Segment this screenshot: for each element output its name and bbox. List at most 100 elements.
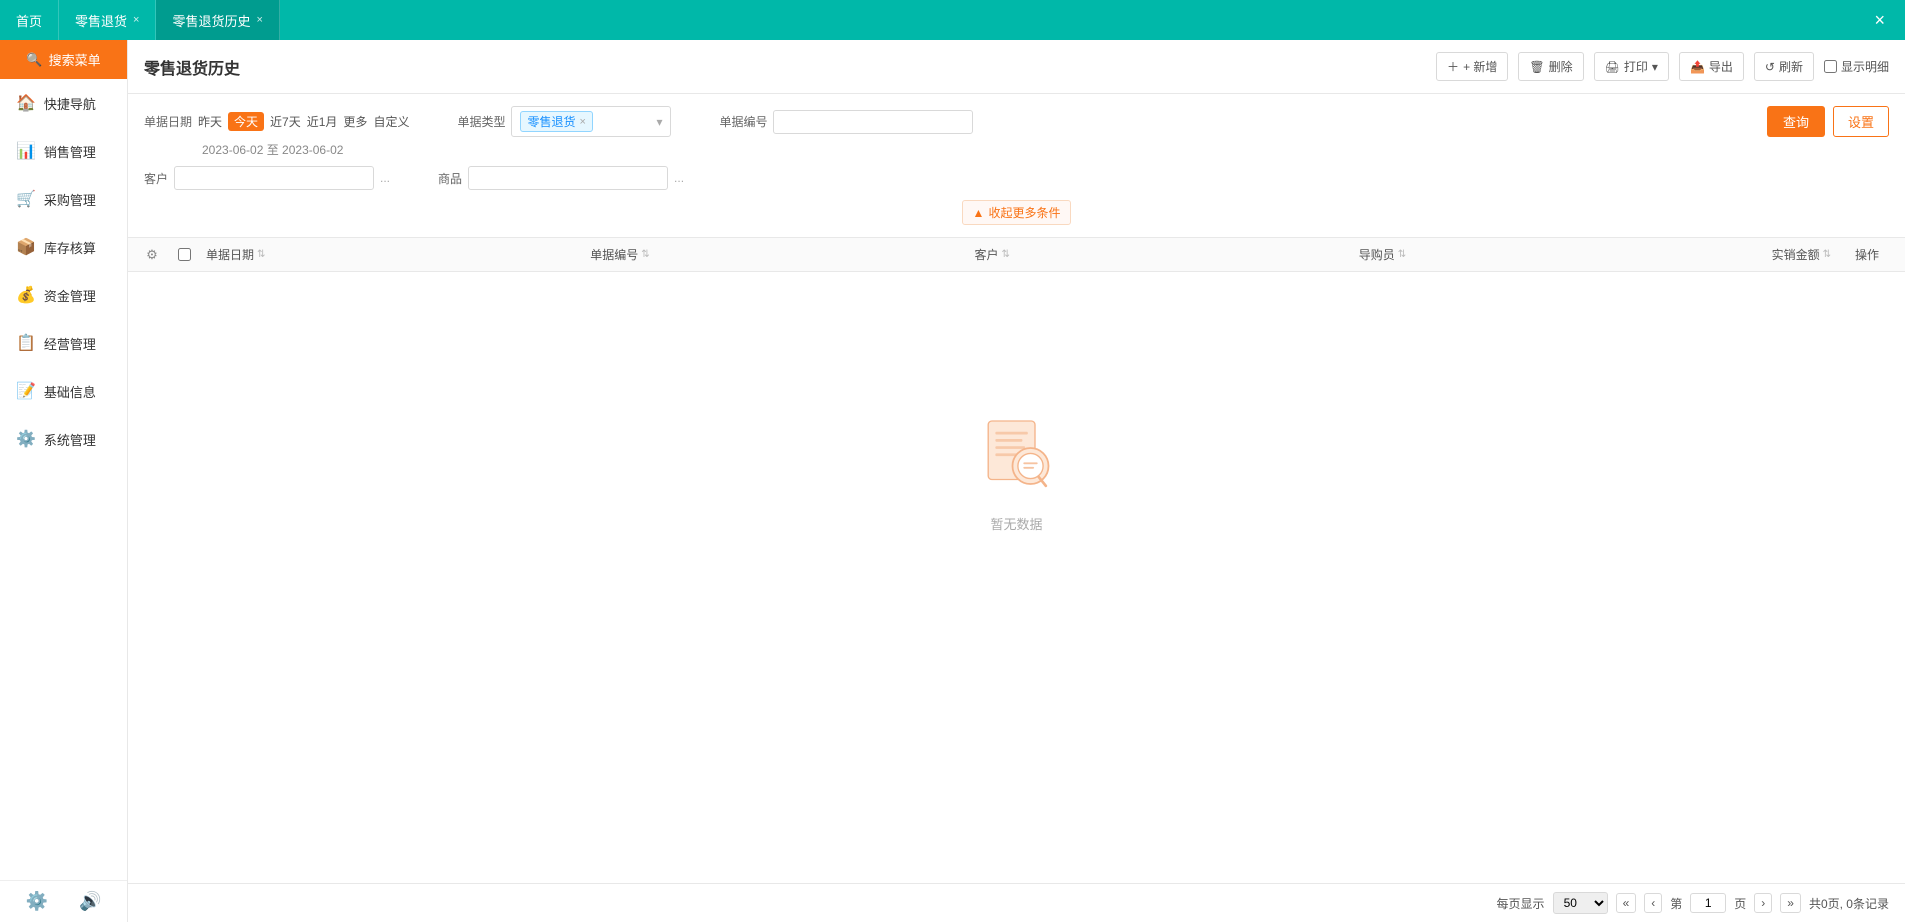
th-ops: 操作 bbox=[1837, 238, 1897, 271]
table-select-all-checkbox[interactable] bbox=[168, 248, 200, 261]
page-input[interactable] bbox=[1690, 893, 1726, 913]
tab-retail-return-history-close[interactable]: × bbox=[256, 14, 262, 26]
filter-area: 单据日期 昨天 今天 近7天 近1月 更多 自定义 单据类型 bbox=[128, 94, 1905, 238]
sidebar-item-sales-label: 销售管理 bbox=[44, 142, 96, 161]
doc-type-tag-text: 零售退货 bbox=[527, 113, 575, 130]
collapse-row: ▲ 收起更多条件 bbox=[144, 200, 1889, 225]
new-label: + 新增 bbox=[1463, 58, 1497, 75]
basic-info-icon: 📝 bbox=[16, 381, 36, 401]
print-button[interactable]: 🖨 打印 ▾ bbox=[1594, 52, 1669, 81]
page-unit: 页 bbox=[1734, 895, 1746, 912]
setting-button[interactable]: 设置 bbox=[1833, 106, 1889, 137]
empty-text: 暂无数据 bbox=[990, 514, 1042, 533]
filter-doc-number: 单据编号 bbox=[719, 110, 973, 134]
print-icon: 🖨 bbox=[1605, 60, 1620, 74]
th-guide-label: 导购员 bbox=[1359, 246, 1395, 263]
prev-page-button[interactable]: ‹ bbox=[1644, 893, 1662, 913]
doc-type-tag-close[interactable]: × bbox=[579, 116, 585, 128]
table-area: ⚙ 单据日期 ⇅ 单据编号 ⇅ 客户 ⇅ 导购员 ⇅ bbox=[128, 238, 1905, 883]
sidebar-item-finance-label: 资金管理 bbox=[44, 286, 96, 305]
print-dropdown-icon: ▾ bbox=[1652, 60, 1658, 74]
select-all-input[interactable] bbox=[178, 248, 191, 261]
empty-illustration bbox=[972, 412, 1062, 502]
sidebar-item-sales[interactable]: 📊 销售管理 bbox=[0, 127, 127, 175]
customer-filter-label: 客户 bbox=[144, 170, 168, 187]
export-label: 导出 bbox=[1709, 58, 1733, 75]
customer-input[interactable] bbox=[174, 166, 374, 190]
delete-icon: 🗑 bbox=[1529, 60, 1544, 74]
doc-type-filter-label: 单据类型 bbox=[457, 113, 505, 130]
sort-amount-icon: ⇅ bbox=[1823, 249, 1831, 260]
date-opt-yesterday[interactable]: 昨天 bbox=[198, 113, 222, 130]
filter-row-1: 单据日期 昨天 今天 近7天 近1月 更多 自定义 单据类型 bbox=[144, 106, 1889, 137]
date-opt-custom[interactable]: 自定义 bbox=[373, 113, 409, 130]
table-settings-icon[interactable]: ⚙ bbox=[136, 247, 168, 263]
show-detail-checkbox[interactable] bbox=[1824, 60, 1837, 73]
sidebar-item-finance[interactable]: 💰 资金管理 bbox=[0, 271, 127, 319]
th-customer[interactable]: 客户 ⇅ bbox=[969, 238, 1353, 271]
sidebar-item-inventory[interactable]: 📦 库存核算 bbox=[0, 223, 127, 271]
per-page-select[interactable]: 50 10 20 100 bbox=[1553, 892, 1608, 914]
th-doc-number-label: 单据编号 bbox=[590, 246, 638, 263]
tab-home[interactable]: 首页 bbox=[0, 0, 59, 40]
delete-button[interactable]: 🗑 删除 bbox=[1518, 52, 1583, 81]
new-button[interactable]: ＋ + 新增 bbox=[1436, 52, 1508, 81]
tab-retail-return-history-label: 零售退货历史 bbox=[172, 11, 250, 30]
th-ops-label: 操作 bbox=[1855, 246, 1879, 263]
filter-row-2: 客户 ... 商品 ... bbox=[144, 166, 1889, 190]
sidebar-bottom: ⚙️ 🔊 bbox=[0, 880, 127, 922]
doc-number-input[interactable] bbox=[773, 110, 973, 134]
export-button[interactable]: 📤 导出 bbox=[1679, 52, 1744, 81]
settings-bottom-icon[interactable]: ⚙️ bbox=[26, 891, 48, 912]
refresh-button[interactable]: ↺ 刷新 bbox=[1754, 52, 1814, 81]
goods-input[interactable] bbox=[468, 166, 668, 190]
sidebar-item-operations-label: 经营管理 bbox=[44, 334, 96, 353]
th-doc-number[interactable]: 单据编号 ⇅ bbox=[584, 238, 968, 271]
date-range-row: 2023-06-02 至 2023-06-02 bbox=[202, 141, 1889, 158]
pagination-summary: 共0页, 0条记录 bbox=[1809, 895, 1889, 912]
sidebar-item-purchase[interactable]: 🛒 采购管理 bbox=[0, 175, 127, 223]
sidebar-item-quick-nav-label: 快捷导航 bbox=[44, 94, 96, 113]
page-title: 零售退货历史 bbox=[144, 55, 240, 79]
next-page-button[interactable]: › bbox=[1754, 893, 1772, 913]
collapse-button[interactable]: ▲ 收起更多条件 bbox=[962, 200, 1072, 225]
th-guide[interactable]: 导购员 ⇅ bbox=[1353, 238, 1737, 271]
date-opt-1month[interactable]: 近1月 bbox=[307, 113, 338, 130]
doc-type-select[interactable]: 零售退货 × ▾ bbox=[511, 106, 671, 137]
collapse-up-icon: ▲ bbox=[973, 206, 985, 220]
tab-retail-return-history[interactable]: 零售退货历史 × bbox=[156, 0, 279, 40]
per-page-label: 每页显示 bbox=[1497, 895, 1545, 912]
th-amount[interactable]: 实销金额 ⇅ bbox=[1737, 238, 1837, 271]
sidebar-item-quick-nav[interactable]: 🏠 快捷导航 bbox=[0, 79, 127, 127]
query-button[interactable]: 查询 bbox=[1767, 106, 1825, 137]
th-doc-date[interactable]: 单据日期 ⇅ bbox=[200, 238, 584, 271]
show-detail-checkbox-label[interactable]: 显示明细 bbox=[1824, 58, 1889, 75]
date-range-text: 2023-06-02 至 2023-06-02 bbox=[202, 143, 343, 157]
date-opt-more[interactable]: 更多 bbox=[343, 113, 367, 130]
sort-doc-date-icon: ⇅ bbox=[257, 249, 265, 260]
search-icon: 🔍 bbox=[26, 52, 42, 68]
tab-retail-return-close[interactable]: × bbox=[133, 14, 139, 26]
date-opt-today[interactable]: 今天 bbox=[228, 112, 264, 131]
doc-type-tag: 零售退货 × bbox=[520, 111, 592, 132]
sidebar-item-operations[interactable]: 📋 经营管理 bbox=[0, 319, 127, 367]
pagination-bar: 每页显示 50 10 20 100 « ‹ 第 页 › » 共0页, 0条记录 bbox=[128, 883, 1905, 922]
quick-nav-icon: 🏠 bbox=[16, 93, 36, 113]
sidebar-search[interactable]: 🔍 搜索菜单 bbox=[0, 40, 127, 79]
page-header: 零售退货历史 ＋ + 新增 🗑 删除 🖨 打印 ▾ 📤 导出 bbox=[128, 40, 1905, 94]
first-page-button[interactable]: « bbox=[1616, 893, 1637, 913]
last-page-button[interactable]: » bbox=[1780, 893, 1801, 913]
date-opt-7days[interactable]: 近7天 bbox=[270, 113, 301, 130]
sidebar-item-system[interactable]: ⚙️ 系统管理 bbox=[0, 415, 127, 463]
filter-buttons: 查询 设置 bbox=[1767, 106, 1889, 137]
tab-retail-return[interactable]: 零售退货 × bbox=[59, 0, 156, 40]
tab-retail-return-label: 零售退货 bbox=[75, 11, 127, 30]
content-area: 零售退货历史 ＋ + 新增 🗑 删除 🖨 打印 ▾ 📤 导出 bbox=[128, 40, 1905, 922]
window-close-button[interactable]: × bbox=[1866, 10, 1893, 31]
table-header: ⚙ 单据日期 ⇅ 单据编号 ⇅ 客户 ⇅ 导购员 ⇅ bbox=[128, 238, 1905, 272]
volume-icon[interactable]: 🔊 bbox=[79, 891, 101, 912]
sidebar-item-inventory-label: 库存核算 bbox=[44, 238, 96, 257]
sidebar-item-purchase-label: 采购管理 bbox=[44, 190, 96, 209]
sidebar-item-basic-info[interactable]: 📝 基础信息 bbox=[0, 367, 127, 415]
sidebar-item-system-label: 系统管理 bbox=[44, 430, 96, 449]
